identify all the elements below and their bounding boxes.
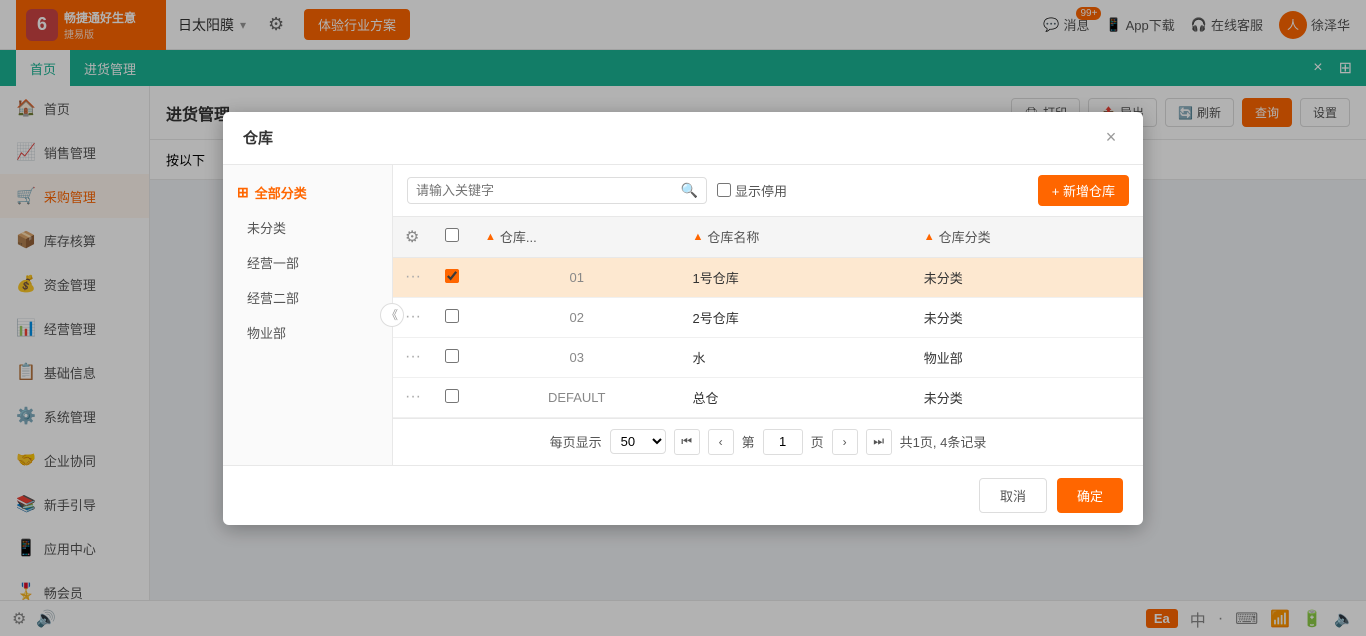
first-page-button[interactable]: ⏮ <box>674 429 700 455</box>
row-category-cell: 物业部 <box>912 337 1143 377</box>
row-checkbox[interactable] <box>445 349 459 363</box>
add-warehouse-button[interactable]: + 新增仓库 <box>1038 175 1129 206</box>
search-box: 🔍 <box>407 177 707 204</box>
row-checkbox[interactable] <box>445 389 459 403</box>
row-category-cell: 未分类 <box>912 297 1143 337</box>
col-gear: ⚙ <box>393 217 433 258</box>
row-name-cell: 2号仓库 <box>680 297 911 337</box>
modal-body: ⊞ 全部分类 未分类 经营一部 经营二部 物业部 《 <box>223 165 1143 465</box>
warehouse-modal: 仓库 × ⊞ 全部分类 未分类 经营一部 经营二部 <box>223 112 1143 525</box>
modal-title: 仓库 <box>243 127 273 148</box>
warehouse-table: ⚙ ▲ 仓库... <box>393 217 1143 418</box>
category-ops1[interactable]: 经营一部 <box>223 245 392 280</box>
sort-cat-icon: ▲ <box>924 231 935 243</box>
page-label: 第 <box>742 432 755 451</box>
modal-footer: 取消 确定 <box>223 465 1143 525</box>
category-property[interactable]: 物业部 <box>223 315 392 350</box>
row-name-cell: 1号仓库 <box>680 257 911 297</box>
show-disabled-checkbox[interactable] <box>717 183 731 197</box>
gear-header-icon: ⚙ <box>405 229 419 246</box>
table-header-row: ⚙ ▲ 仓库... <box>393 217 1143 258</box>
row-category-cell: 未分类 <box>912 257 1143 297</box>
table-row[interactable]: ··· 02 2号仓库 未分类 <box>393 297 1143 337</box>
row-actions-cell: ··· <box>393 377 433 417</box>
per-page-select[interactable]: 102050100 <box>610 429 666 454</box>
row-actions-cell: ··· <box>393 257 433 297</box>
cancel-button[interactable]: 取消 <box>979 478 1047 513</box>
col-category: ▲ 仓库分类 <box>912 217 1143 258</box>
row-checkbox[interactable] <box>445 309 459 323</box>
show-disabled-toggle[interactable]: 显示停用 <box>717 181 787 200</box>
category-unclassified[interactable]: 未分类 <box>223 210 392 245</box>
next-page-button[interactable]: › <box>832 429 858 455</box>
pagination: 每页显示 102050100 ⏮ ‹ 第 页 › ⏭ 共1页, 4条记录 <box>393 418 1143 465</box>
sort-name-icon: ▲ <box>692 231 703 243</box>
category-header-label: 全部分类 <box>255 183 307 202</box>
row-checkbox-cell <box>433 377 473 417</box>
table-row[interactable]: ··· 01 1号仓库 未分类 <box>393 257 1143 297</box>
table-row[interactable]: ··· 03 水 物业部 <box>393 337 1143 377</box>
table-panel: 🔍 显示停用 + 新增仓库 ⚙ <box>393 165 1143 465</box>
row-code-cell: 01 <box>473 257 680 297</box>
total-info: 共1页, 4条记录 <box>900 432 987 451</box>
row-code-cell: 02 <box>473 297 680 337</box>
row-actions-cell: ··· <box>393 337 433 377</box>
select-all-checkbox[interactable] <box>445 228 459 242</box>
row-checkbox-cell <box>433 337 473 377</box>
sort-code-icon: ▲ <box>485 231 496 243</box>
search-icon[interactable]: 🔍 <box>681 182 698 199</box>
modal-header: 仓库 × <box>223 112 1143 165</box>
prev-page-button[interactable]: ‹ <box>708 429 734 455</box>
last-page-button[interactable]: ⏭ <box>866 429 892 455</box>
row-category-cell: 未分类 <box>912 377 1143 417</box>
modal-overlay: 仓库 × ⊞ 全部分类 未分类 经营一部 经营二部 <box>0 0 1366 636</box>
row-code-cell: 03 <box>473 337 680 377</box>
collapse-button[interactable]: 《 <box>380 303 404 327</box>
page-input[interactable] <box>763 429 803 455</box>
row-name-cell: 水 <box>680 337 911 377</box>
row-checkbox-cell <box>433 297 473 337</box>
category-ops2[interactable]: 经营二部 <box>223 280 392 315</box>
col-name: ▲ 仓库名称 <box>680 217 911 258</box>
category-all[interactable]: ⊞ 全部分类 <box>223 175 392 210</box>
table-toolbar: 🔍 显示停用 + 新增仓库 <box>393 165 1143 217</box>
col-code: ▲ 仓库... <box>473 217 680 258</box>
data-table: ⚙ ▲ 仓库... <box>393 217 1143 418</box>
row-code-cell: DEFAULT <box>473 377 680 417</box>
col-checkbox <box>433 217 473 258</box>
confirm-button[interactable]: 确定 <box>1057 478 1123 513</box>
category-panel: ⊞ 全部分类 未分类 经营一部 经营二部 物业部 《 <box>223 165 393 465</box>
row-name-cell: 总仓 <box>680 377 911 417</box>
grid-icon: ⊞ <box>237 184 249 201</box>
table-row[interactable]: ··· DEFAULT 总仓 未分类 <box>393 377 1143 417</box>
modal-close-button[interactable]: × <box>1099 126 1123 150</box>
per-page-label: 每页显示 <box>550 432 602 451</box>
row-checkbox[interactable] <box>445 269 459 283</box>
search-input[interactable] <box>416 183 681 198</box>
row-checkbox-cell <box>433 257 473 297</box>
page-suffix: 页 <box>811 432 824 451</box>
